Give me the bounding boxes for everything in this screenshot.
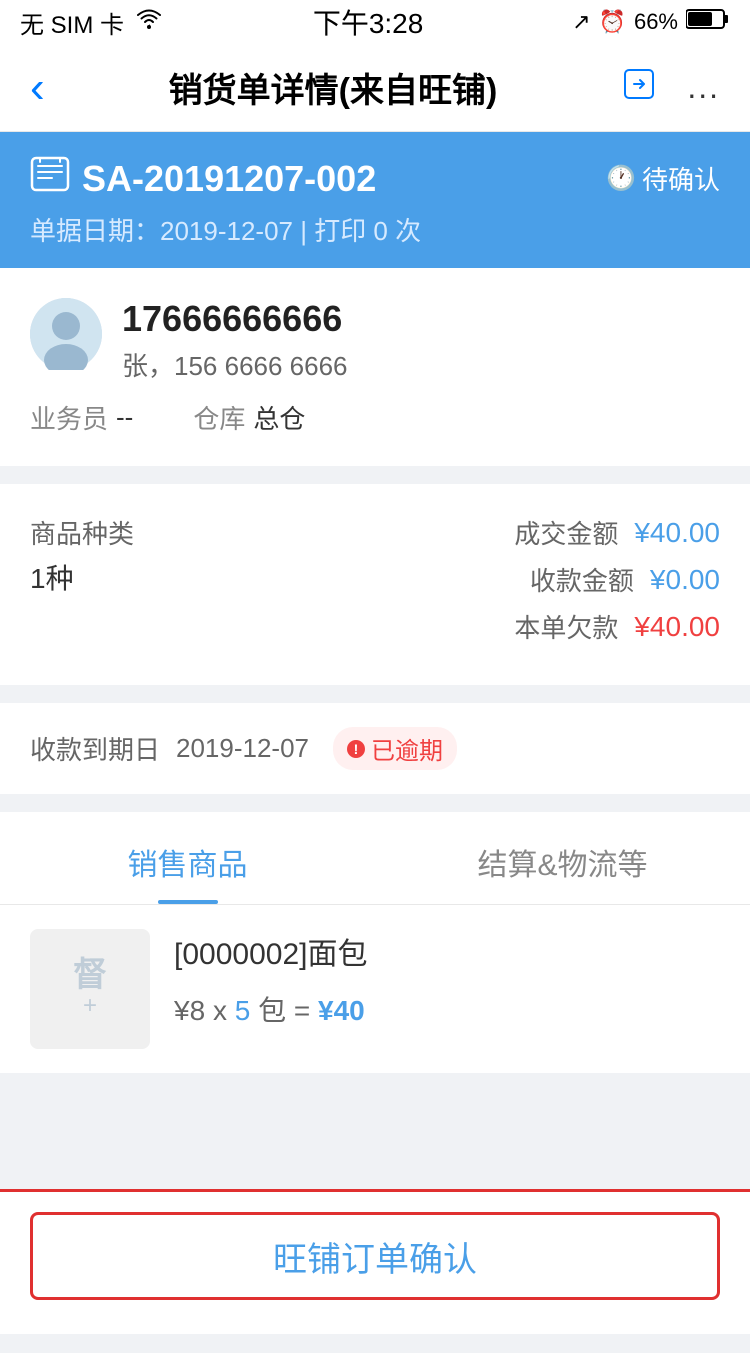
- price-value: ¥8: [174, 995, 205, 1026]
- salesperson-value: --: [116, 402, 133, 433]
- more-button[interactable]: ...: [687, 69, 720, 106]
- price-separator: x: [213, 995, 235, 1026]
- tabs: 销售商品 结算&物流等: [0, 812, 750, 905]
- back-button[interactable]: ‹: [30, 63, 45, 113]
- price-equals: =: [294, 995, 318, 1026]
- amount-label-2: 本单欠款: [514, 608, 618, 645]
- share-button[interactable]: [621, 66, 657, 109]
- amount-value-2: ¥40.00: [634, 611, 720, 643]
- clock-icon: 🕐: [606, 164, 636, 193]
- battery-label: 66%: [634, 9, 678, 35]
- order-id: SA-20191207-002: [30, 156, 376, 201]
- product-price: ¥8 x 5 包 = ¥40: [174, 989, 720, 1029]
- due-date-value: 2019-12-07: [176, 733, 309, 764]
- status-time: 下午3:28: [313, 2, 424, 42]
- status-left: 无 SIM 卡: [20, 5, 164, 40]
- product-total: ¥40: [318, 995, 365, 1026]
- tab-sales-product[interactable]: 销售商品: [0, 812, 375, 904]
- warehouse-value: 总仓: [253, 399, 305, 436]
- separator-1: [0, 466, 750, 484]
- due-date-card: 收款到期日 2019-12-07 ! 已逾期: [0, 703, 750, 794]
- battery-icon: [686, 8, 730, 36]
- order-header: SA-20191207-002 🕐 待确认 单据日期：2019-12-07 | …: [0, 132, 750, 268]
- customer-name: 张，156 6666 6666: [122, 346, 720, 383]
- salesperson-label: 业务员: [30, 399, 108, 436]
- overdue-text: 已逾期: [371, 731, 443, 766]
- product-title: 面包: [307, 938, 367, 971]
- amount-label-1: 收款金额: [530, 561, 634, 598]
- avatar: [30, 298, 102, 370]
- product-thumbnail: 督 +: [30, 929, 150, 1049]
- product-info: [0000002]面包 ¥8 x 5 包 = ¥40: [174, 929, 720, 1029]
- overdue-badge: ! 已逾期: [333, 727, 457, 770]
- warehouse-label: 仓库: [193, 399, 245, 436]
- summary-left: 商品种类 1种: [30, 514, 134, 597]
- tab-sales-label: 销售商品: [128, 849, 248, 882]
- summary-right: 成交金额 ¥40.00 收款金额 ¥0.00 本单欠款 ¥40.00: [514, 514, 720, 655]
- confirm-label: 旺铺订单确认: [273, 1232, 477, 1281]
- amount-row-0: 成交金额 ¥40.00: [514, 514, 720, 551]
- location-icon: ↗: [572, 9, 590, 35]
- due-date-label: 收款到期日: [30, 730, 160, 767]
- carrier-label: 无 SIM 卡: [20, 5, 124, 40]
- customer-row: 17666666666 张，156 6666 6666: [30, 298, 720, 383]
- amount-value-0: ¥40.00: [634, 517, 720, 549]
- amount-value-1: ¥0.00: [650, 564, 720, 596]
- order-icon: [30, 156, 70, 201]
- summary-card: 商品种类 1种 成交金额 ¥40.00 收款金额 ¥0.00 本单欠款 ¥40.…: [0, 484, 750, 685]
- status-bar: 无 SIM 卡 下午3:28 ↗ ⏰ 66%: [0, 0, 750, 44]
- amount-row-2: 本单欠款 ¥40.00: [514, 608, 720, 645]
- amount-row-1: 收款金额 ¥0.00: [514, 561, 720, 598]
- wifi-icon: [134, 8, 164, 37]
- confirm-button-wrap: 旺铺订单确认: [0, 1189, 750, 1334]
- product-unit: 包: [258, 995, 286, 1026]
- nav-bar: ‹ 销货单详情(来自旺铺) ...: [0, 44, 750, 132]
- alarm-icon: ⏰: [599, 9, 626, 35]
- type-label: 商品种类: [30, 514, 134, 551]
- separator-2: [0, 685, 750, 703]
- tab-settlement-label: 结算&物流等: [477, 849, 647, 882]
- order-date: 单据日期：2019-12-07 | 打印 0 次: [30, 211, 720, 248]
- amount-label-0: 成交金额: [514, 514, 618, 551]
- order-id-row: SA-20191207-002 🕐 待确认: [30, 156, 720, 201]
- customer-info: 17666666666 张，156 6666 6666: [122, 298, 720, 383]
- product-logo-plus: +: [73, 992, 107, 1020]
- product-code: [0000002]: [174, 938, 307, 971]
- status-text: 待确认: [642, 160, 720, 197]
- tab-settlement[interactable]: 结算&物流等: [375, 812, 750, 904]
- page-title: 销货单详情(来自旺铺): [169, 63, 498, 112]
- product-logo-text: 督: [73, 958, 107, 992]
- product-card: 督 + [0000002]面包 ¥8 x 5 包 = ¥40: [0, 905, 750, 1073]
- product-name: [0000002]面包: [174, 929, 720, 973]
- order-status: 🕐 待确认: [606, 160, 720, 197]
- type-value: 1种: [30, 557, 134, 597]
- customer-phone: 17666666666: [122, 298, 720, 340]
- status-right: ↗ ⏰ 66%: [572, 8, 730, 36]
- confirm-button[interactable]: 旺铺订单确认: [30, 1212, 720, 1300]
- product-qty: 5: [235, 995, 251, 1026]
- meta-row: 业务员 -- 仓库 总仓: [30, 399, 720, 436]
- nav-actions: ...: [621, 66, 720, 109]
- separator-3: [0, 794, 750, 812]
- order-id-text: SA-20191207-002: [82, 158, 376, 200]
- customer-card: 17666666666 张，156 6666 6666 业务员 -- 仓库 总仓: [0, 268, 750, 466]
- overdue-dot-icon: !: [347, 740, 365, 758]
